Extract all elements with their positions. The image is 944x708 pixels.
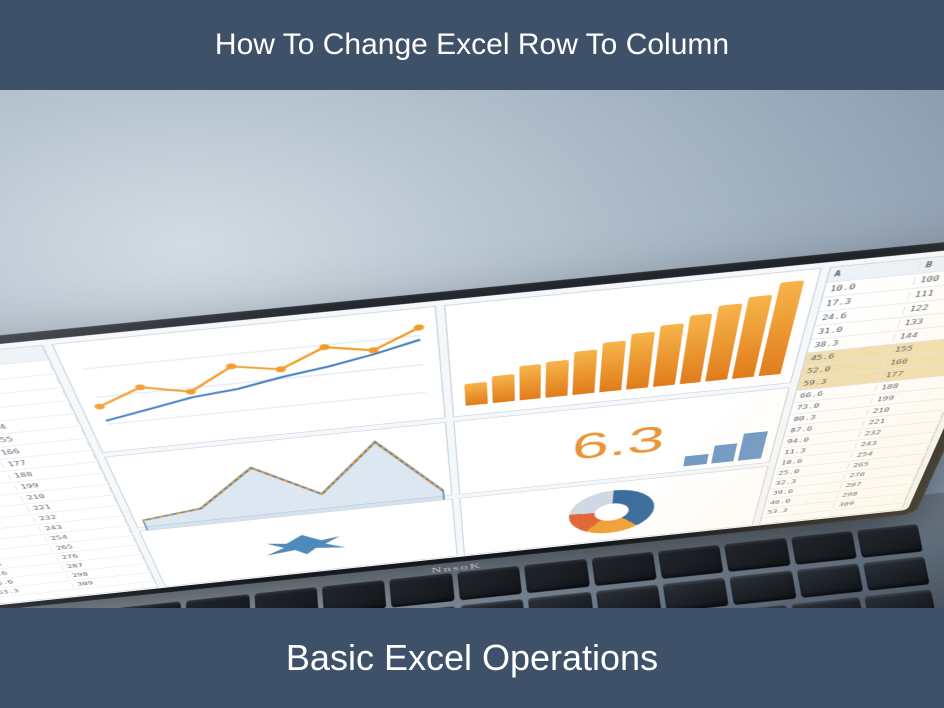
big-number-value: 6.3 (571, 416, 668, 467)
pie-hole (594, 501, 630, 522)
bottom-banner: Basic Excel Operations (0, 608, 944, 708)
line-chart-icon (64, 314, 436, 442)
laptop: AB10.010017.311124.612231.013338.314445.… (0, 109, 944, 608)
bird-icon (256, 523, 351, 563)
top-banner-text: How To Change Excel Row To Column (215, 28, 729, 62)
laptop-scene: AB10.010017.311124.612231.013338.314445.… (0, 90, 944, 608)
bar-chart-icon (454, 276, 810, 406)
top-banner: How To Change Excel Row To Column (0, 0, 944, 90)
mini-bar-chart-icon (683, 427, 768, 465)
pie-chart-icon (568, 485, 658, 536)
bottom-banner-text: Basic Excel Operations (286, 637, 658, 679)
